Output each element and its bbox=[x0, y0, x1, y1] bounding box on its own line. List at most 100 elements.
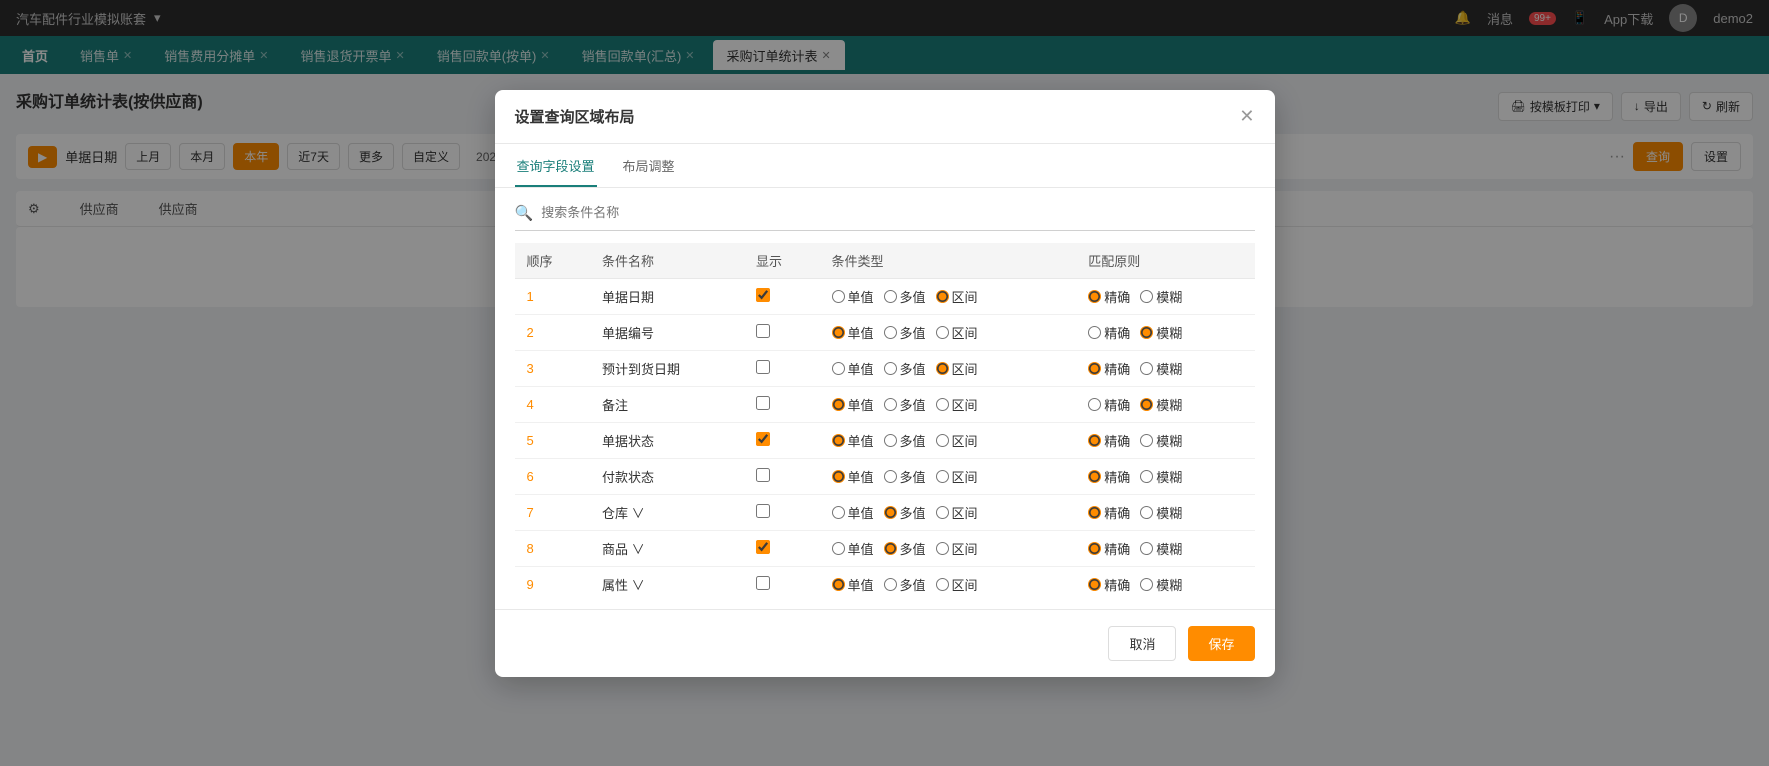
type-type_range-radio[interactable]: 区间 bbox=[936, 503, 978, 522]
type-type_range-radio[interactable]: 区间 bbox=[936, 395, 978, 414]
type-type_multi-radio[interactable]: 多值 bbox=[884, 287, 926, 306]
type-type_single-radio[interactable]: 单值 bbox=[832, 359, 874, 378]
row-match[interactable]: 精确模糊 bbox=[1076, 566, 1254, 593]
type-type_single-radio[interactable]: 单值 bbox=[832, 323, 874, 342]
row-type[interactable]: 单值多值区间 bbox=[820, 566, 1077, 593]
type-type_range-radio[interactable]: 区间 bbox=[936, 575, 978, 593]
row-match[interactable]: 精确模糊 bbox=[1076, 494, 1254, 530]
row-match[interactable]: 精确模糊 bbox=[1076, 314, 1254, 350]
type-type_range-radio[interactable]: 区间 bbox=[936, 431, 978, 450]
modal-overlay[interactable]: 设置查询区域布局 ✕ 查询字段设置 布局调整 🔍 bbox=[0, 0, 1769, 766]
type-type_multi-radio[interactable]: 多值 bbox=[884, 503, 926, 522]
modal-tabs: 查询字段设置 布局调整 bbox=[495, 144, 1275, 188]
display-checkbox[interactable] bbox=[756, 504, 770, 518]
tab-query-settings[interactable]: 查询字段设置 bbox=[515, 156, 597, 187]
match-match_fuzzy-radio[interactable]: 模糊 bbox=[1140, 503, 1182, 522]
match-match_exact-radio[interactable]: 精确 bbox=[1088, 503, 1130, 522]
type-type_single-radio[interactable]: 单值 bbox=[832, 467, 874, 486]
row-type[interactable]: 单值多值区间 bbox=[820, 494, 1077, 530]
row-match[interactable]: 精确模糊 bbox=[1076, 386, 1254, 422]
match-match_exact-radio[interactable]: 精确 bbox=[1088, 287, 1130, 306]
type-type_multi-radio[interactable]: 多值 bbox=[884, 539, 926, 558]
match-match_fuzzy-radio[interactable]: 模糊 bbox=[1140, 395, 1182, 414]
row-match[interactable]: 精确模糊 bbox=[1076, 350, 1254, 386]
row-match[interactable]: 精确模糊 bbox=[1076, 458, 1254, 494]
search-bar: 🔍 bbox=[515, 204, 1255, 231]
type-type_range-radio[interactable]: 区间 bbox=[936, 323, 978, 342]
match-match_exact-radio[interactable]: 精确 bbox=[1088, 467, 1130, 486]
type-type_multi-radio[interactable]: 多值 bbox=[884, 575, 926, 593]
row-name: 预计到货日期 bbox=[590, 350, 744, 386]
col-type-header: 条件类型 bbox=[820, 243, 1077, 279]
row-type[interactable]: 单值多值区间 bbox=[820, 530, 1077, 566]
match-match_fuzzy-radio[interactable]: 模糊 bbox=[1140, 323, 1182, 342]
row-type[interactable]: 单值多值区间 bbox=[820, 458, 1077, 494]
type-type_multi-radio[interactable]: 多值 bbox=[884, 395, 926, 414]
type-type_multi-radio[interactable]: 多值 bbox=[884, 431, 926, 450]
row-display[interactable] bbox=[744, 422, 820, 458]
row-display[interactable] bbox=[744, 314, 820, 350]
row-display[interactable] bbox=[744, 566, 820, 593]
type-type_range-radio[interactable]: 区间 bbox=[936, 287, 978, 306]
match-match_exact-radio[interactable]: 精确 bbox=[1088, 395, 1130, 414]
row-match[interactable]: 精确模糊 bbox=[1076, 422, 1254, 458]
match-match_fuzzy-radio[interactable]: 模糊 bbox=[1140, 431, 1182, 450]
row-order: 2 bbox=[515, 314, 591, 350]
row-type[interactable]: 单值多值区间 bbox=[820, 314, 1077, 350]
match-match_fuzzy-radio[interactable]: 模糊 bbox=[1140, 539, 1182, 558]
row-display[interactable] bbox=[744, 386, 820, 422]
type-type_single-radio[interactable]: 单值 bbox=[832, 539, 874, 558]
match-match_exact-radio[interactable]: 精确 bbox=[1088, 539, 1130, 558]
save-button[interactable]: 保存 bbox=[1188, 626, 1254, 661]
display-checkbox[interactable] bbox=[756, 360, 770, 374]
config-table-scroll[interactable]: 顺序 条件名称 显示 条件类型 匹配原则 1单据日期单值多值区间精确模糊2单据编… bbox=[515, 243, 1255, 593]
row-display[interactable] bbox=[744, 458, 820, 494]
col-order-header: 顺序 bbox=[515, 243, 591, 279]
row-match[interactable]: 精确模糊 bbox=[1076, 530, 1254, 566]
type-type_single-radio[interactable]: 单值 bbox=[832, 575, 874, 593]
row-display[interactable] bbox=[744, 278, 820, 314]
table-row: 5单据状态单值多值区间精确模糊 bbox=[515, 422, 1255, 458]
match-match_fuzzy-radio[interactable]: 模糊 bbox=[1140, 575, 1182, 593]
row-display[interactable] bbox=[744, 530, 820, 566]
type-type_range-radio[interactable]: 区间 bbox=[936, 467, 978, 486]
tab-layout-adjust[interactable]: 布局调整 bbox=[621, 156, 677, 187]
type-type_multi-radio[interactable]: 多值 bbox=[884, 359, 926, 378]
row-order: 6 bbox=[515, 458, 591, 494]
display-checkbox[interactable] bbox=[756, 432, 770, 446]
match-match_fuzzy-radio[interactable]: 模糊 bbox=[1140, 287, 1182, 306]
type-type_range-radio[interactable]: 区间 bbox=[936, 359, 978, 378]
row-type[interactable]: 单值多值区间 bbox=[820, 422, 1077, 458]
type-type_single-radio[interactable]: 单值 bbox=[832, 287, 874, 306]
modal-close-button[interactable]: ✕ bbox=[1239, 107, 1254, 125]
match-match_exact-radio[interactable]: 精确 bbox=[1088, 575, 1130, 593]
row-name: 单据日期 bbox=[590, 278, 744, 314]
row-type[interactable]: 单值多值区间 bbox=[820, 386, 1077, 422]
type-type_single-radio[interactable]: 单值 bbox=[832, 503, 874, 522]
display-checkbox[interactable] bbox=[756, 540, 770, 554]
search-input[interactable] bbox=[541, 205, 741, 220]
display-checkbox[interactable] bbox=[756, 468, 770, 482]
row-type[interactable]: 单值多值区间 bbox=[820, 350, 1077, 386]
display-checkbox[interactable] bbox=[756, 288, 770, 302]
type-type_single-radio[interactable]: 单值 bbox=[832, 431, 874, 450]
row-match[interactable]: 精确模糊 bbox=[1076, 278, 1254, 314]
type-type_range-radio[interactable]: 区间 bbox=[936, 539, 978, 558]
row-display[interactable] bbox=[744, 494, 820, 530]
type-type_single-radio[interactable]: 单值 bbox=[832, 395, 874, 414]
match-match_exact-radio[interactable]: 精确 bbox=[1088, 359, 1130, 378]
row-type[interactable]: 单值多值区间 bbox=[820, 278, 1077, 314]
row-display[interactable] bbox=[744, 350, 820, 386]
row-order: 9 bbox=[515, 566, 591, 593]
cancel-button[interactable]: 取消 bbox=[1108, 626, 1176, 661]
match-match_exact-radio[interactable]: 精确 bbox=[1088, 323, 1130, 342]
display-checkbox[interactable] bbox=[756, 324, 770, 338]
display-checkbox[interactable] bbox=[756, 396, 770, 410]
type-type_multi-radio[interactable]: 多值 bbox=[884, 467, 926, 486]
match-match_fuzzy-radio[interactable]: 模糊 bbox=[1140, 359, 1182, 378]
match-match_exact-radio[interactable]: 精确 bbox=[1088, 431, 1130, 450]
match-match_fuzzy-radio[interactable]: 模糊 bbox=[1140, 467, 1182, 486]
type-type_multi-radio[interactable]: 多值 bbox=[884, 323, 926, 342]
display-checkbox[interactable] bbox=[756, 576, 770, 590]
modal-header: 设置查询区域布局 ✕ bbox=[495, 90, 1275, 144]
